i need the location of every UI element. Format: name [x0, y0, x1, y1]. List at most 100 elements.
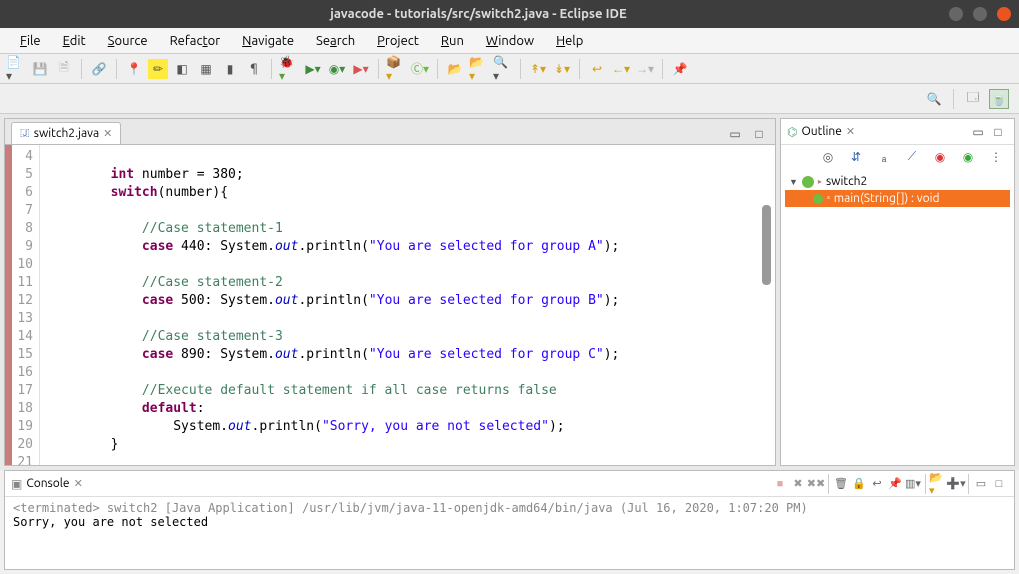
main-toolbar: 📄▾ 💾 🗎 🔗 📍 ✏ ◧ ▦ ▮ ¶ 🐞▾ ▶▾ ◉▾ ▶▾ 📦▾ Ⓒ▾ 📂… [0, 54, 1019, 84]
toggle-icon[interactable]: ◧ [172, 59, 192, 79]
console-close-icon[interactable]: ✕ [74, 477, 83, 490]
output-line: Sorry, you are not selected [13, 515, 1006, 529]
editor-tab[interactable]: 🇯 switch2.java ✕ [11, 122, 121, 144]
newclass-icon[interactable]: Ⓒ▾ [410, 59, 430, 79]
display-icon[interactable]: ▥▾ [904, 475, 922, 493]
outline-panel: ⌬ Outline ✕ ▭ □ ◎ ⇵ ₐ ⟋ ◉ ◉ ⋮ ▼ ▸ switch… [780, 118, 1015, 466]
prev-ann-icon[interactable]: ↟▾ [528, 59, 548, 79]
window-title: javacode - tutorials/src/switch2.java - … [8, 7, 949, 21]
menu-search[interactable]: Search [306, 31, 365, 51]
saveall-icon[interactable]: 🗎 [54, 59, 74, 79]
hide-nonpublic-icon[interactable]: ◉ [930, 147, 950, 167]
vertical-scrollbar[interactable] [762, 205, 771, 285]
word-wrap-icon[interactable]: ↩ [868, 475, 886, 493]
last-edit-icon[interactable]: ↩ [587, 59, 607, 79]
debug-icon[interactable]: 🐞▾ [279, 59, 299, 79]
fwd-icon[interactable]: →▾ [635, 59, 655, 79]
class-icon [802, 176, 814, 188]
outline-max-icon[interactable]: □ [988, 122, 1008, 142]
titlebar: javacode - tutorials/src/switch2.java - … [0, 0, 1019, 28]
menu-navigate[interactable]: Navigate [232, 31, 304, 51]
tree-node-class[interactable]: ▼ ▸ switch2 [785, 173, 1010, 190]
open-type-icon[interactable]: 📂 [445, 59, 465, 79]
next-ann-icon[interactable]: ↡▾ [552, 59, 572, 79]
mark-icon[interactable]: ▮ [220, 59, 240, 79]
menu-run[interactable]: Run [431, 31, 474, 51]
quick-access-icon[interactable]: 🔍 [924, 89, 944, 109]
search-icon[interactable]: 🔍▾ [493, 59, 513, 79]
removeall-icon[interactable]: ✖✖ [807, 475, 825, 493]
minimize-view-icon[interactable]: ▭ [725, 124, 745, 144]
hide-static-icon[interactable]: ⟋ [902, 147, 922, 167]
hide-fields-icon[interactable]: ₐ [874, 147, 894, 167]
method-icon [813, 194, 823, 204]
menu-source[interactable]: Source [98, 31, 158, 51]
new-console-icon[interactable]: ➕▾ [947, 475, 965, 493]
close-button[interactable] [997, 7, 1011, 21]
menu-file[interactable]: File [10, 31, 51, 51]
clear-icon[interactable]: 🗑 [832, 475, 850, 493]
class-name-label: switch2 [826, 175, 867, 188]
scroll-lock-icon[interactable]: 🔒 [850, 475, 868, 493]
coverage-icon[interactable]: ◉▾ [327, 59, 347, 79]
pin-console-icon[interactable]: 📌 [886, 475, 904, 493]
link-icon[interactable]: 🔗 [89, 59, 109, 79]
minimize-button[interactable] [949, 7, 963, 21]
pin-icon[interactable]: 📍 [124, 59, 144, 79]
menu-icon[interactable]: ⋮ [986, 147, 1006, 167]
run-icon[interactable]: ▶▾ [303, 59, 323, 79]
new-icon[interactable]: 📄▾ [6, 59, 26, 79]
sort-icon[interactable]: ⇵ [846, 147, 866, 167]
maximize-view-icon[interactable]: □ [749, 124, 769, 144]
console-panel: ▣ Console ✕ ■ ✖ ✖✖ 🗑 🔒 ↩ 📌 ▥▾ 📂▾ ➕▾ ▭ □ … [4, 470, 1015, 570]
menu-refactor[interactable]: Refactor [160, 31, 231, 51]
outline-toolbar: ◎ ⇵ ₐ ⟋ ◉ ◉ ⋮ [781, 145, 1014, 169]
console-icon: ▣ [11, 477, 22, 491]
save-icon[interactable]: 💾 [30, 59, 50, 79]
menu-edit[interactable]: Edit [53, 31, 96, 51]
terminate-icon[interactable]: ■ [771, 475, 789, 493]
twisty-icon[interactable]: ▼ [789, 177, 798, 187]
open-task-icon[interactable]: 📂▾ [469, 59, 489, 79]
menu-help[interactable]: Help [546, 31, 593, 51]
open-console-icon[interactable]: 📂▾ [929, 475, 947, 493]
remove-icon[interactable]: ✖ [789, 475, 807, 493]
outline-title: Outline [801, 125, 841, 138]
outline-tree[interactable]: ▼ ▸ switch2 ˢ main(String[]) : void [781, 169, 1014, 211]
perspective-toolbar: 🔍 🗔 🍵 [0, 84, 1019, 114]
console-min-icon[interactable]: ▭ [972, 475, 990, 493]
java-perspective-icon[interactable]: 🍵 [989, 89, 1009, 109]
error-stripe [5, 145, 12, 465]
console-output[interactable]: <terminated> switch2 [Java Application] … [5, 497, 1014, 569]
menubar: File Edit Source Refactor Navigate Searc… [0, 28, 1019, 54]
maximize-button[interactable] [973, 7, 987, 21]
console-max-icon[interactable]: □ [990, 475, 1008, 493]
outline-icon: ⌬ [787, 125, 797, 139]
method-name-label: main(String[]) : void [834, 192, 940, 205]
highlight-icon[interactable]: ✏ [148, 59, 168, 79]
menu-window[interactable]: Window [476, 31, 544, 51]
line-gutter: 456789101112131415161718192021 [12, 145, 40, 465]
outline-min-icon[interactable]: ▭ [968, 122, 988, 142]
ext-run-icon[interactable]: ▶▾ [351, 59, 371, 79]
menu-project[interactable]: Project [367, 31, 429, 51]
hide-local-icon[interactable]: ◉ [958, 147, 978, 167]
back-icon[interactable]: ←▾ [611, 59, 631, 79]
editor-tabbar: 🇯 switch2.java ✕ ▭ □ [5, 119, 775, 145]
focus-icon[interactable]: ◎ [818, 147, 838, 167]
code-editor[interactable]: 456789101112131415161718192021 int numbe… [5, 145, 775, 465]
outline-close-icon[interactable]: ✕ [846, 125, 855, 138]
code-content[interactable]: int number = 380; switch(number){ //Case… [40, 145, 762, 465]
editor-tab-label: switch2.java [34, 127, 99, 140]
newpkg-icon[interactable]: 📦▾ [386, 59, 406, 79]
terminated-line: <terminated> switch2 [Java Application] … [13, 501, 1006, 515]
tab-close-icon[interactable]: ✕ [103, 127, 112, 140]
console-title: Console [26, 477, 69, 490]
editor-panel: 🇯 switch2.java ✕ ▭ □ 4567891011121314151… [4, 118, 776, 466]
pin-editor-icon[interactable]: 📌 [670, 59, 690, 79]
block-icon[interactable]: ▦ [196, 59, 216, 79]
para-icon[interactable]: ¶ [244, 59, 264, 79]
tree-node-method[interactable]: ˢ main(String[]) : void [785, 190, 1010, 207]
open-perspective-icon[interactable]: 🗔 [963, 89, 983, 109]
java-file-icon: 🇯 [20, 127, 30, 140]
